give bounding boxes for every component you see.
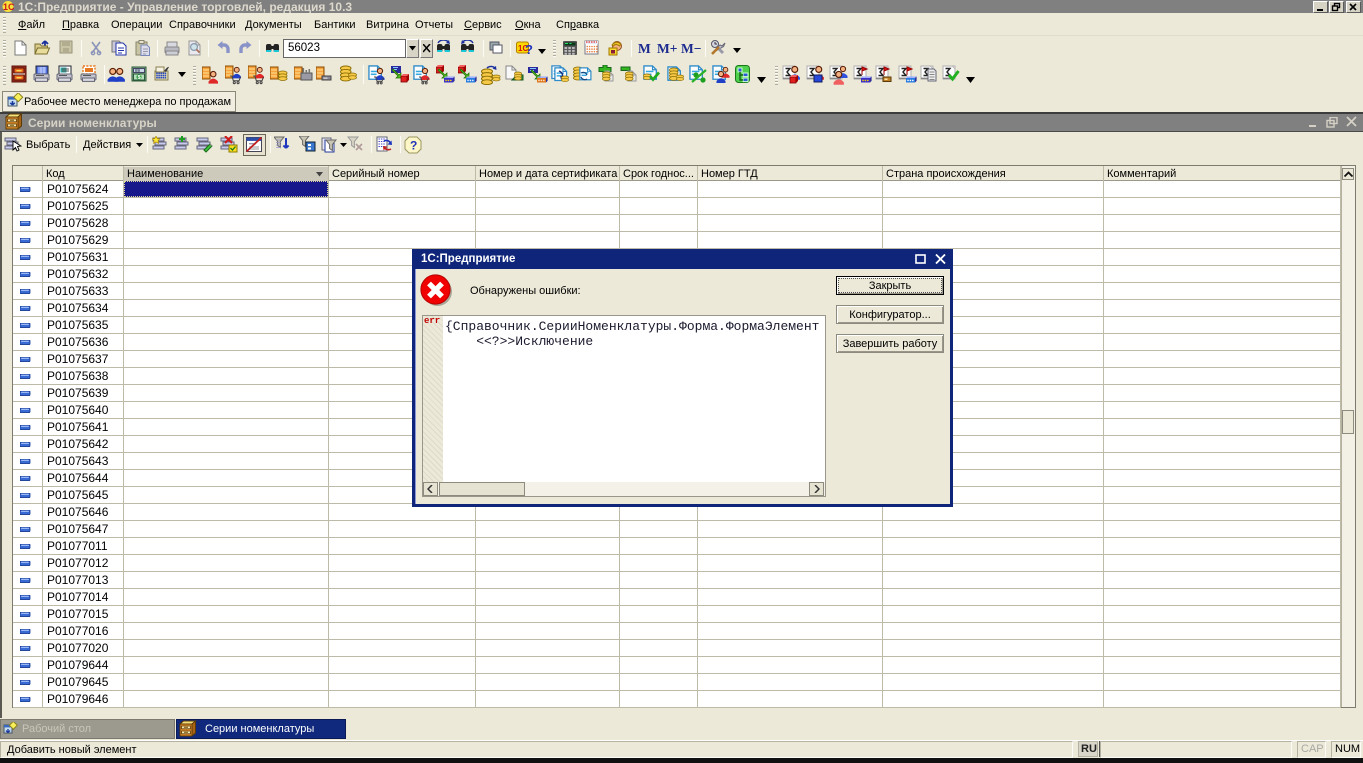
svg-text:?: ? [410,139,417,153]
svg-text:1C: 1C [3,2,14,12]
svg-text:89: 89 [135,68,141,73]
svg-text:?: ? [525,42,533,57]
svg-text:$: $ [138,75,141,81]
